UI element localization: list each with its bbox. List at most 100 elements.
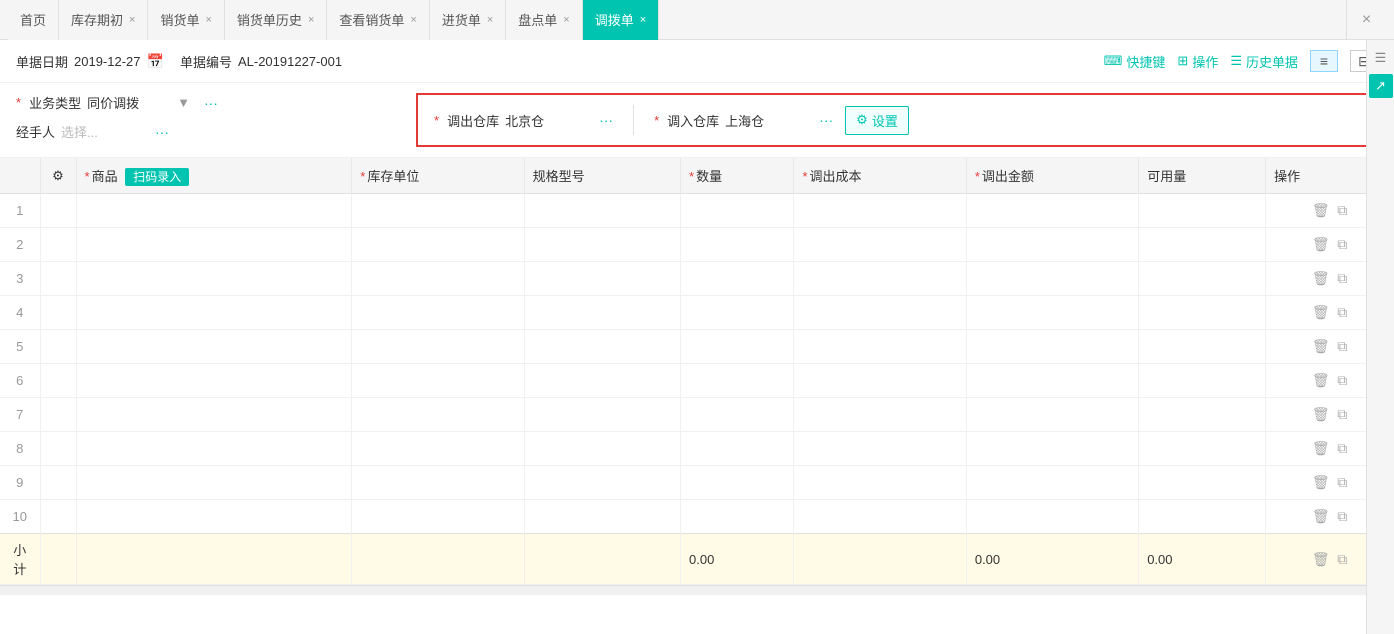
tab-close-sales-order[interactable]: × <box>205 14 211 26</box>
unit-cell[interactable] <box>352 364 524 398</box>
shortcut-action[interactable]: ⌨ 快捷键 <box>1104 52 1166 71</box>
cost-cell[interactable] <box>794 398 966 432</box>
row-copy-icon[interactable]: ⧉ <box>1337 338 1347 354</box>
qty-cell[interactable] <box>681 228 794 262</box>
row-copy-icon[interactable]: ⧉ <box>1337 202 1347 218</box>
spec-cell[interactable] <box>524 432 680 466</box>
spec-cell[interactable] <box>524 398 680 432</box>
product-cell[interactable] <box>76 228 352 262</box>
qty-cell[interactable] <box>681 262 794 296</box>
row-delete-icon[interactable]: 🗑 <box>1312 406 1330 422</box>
in-warehouse-value[interactable]: 上海仓 <box>725 111 805 130</box>
cost-cell[interactable] <box>794 296 966 330</box>
horizontal-scrollbar[interactable] <box>0 585 1394 595</box>
amount-cell[interactable] <box>966 296 1138 330</box>
product-cell[interactable] <box>76 500 352 534</box>
sidebar-list-icon[interactable]: ☰ <box>1369 46 1393 70</box>
tab-inventory-init[interactable]: 库存期初 × <box>59 0 148 40</box>
tab-close-transfer[interactable]: × <box>640 14 646 26</box>
spec-cell[interactable] <box>524 364 680 398</box>
unit-cell[interactable] <box>352 194 524 228</box>
calendar-icon[interactable]: 📅 <box>147 53 164 70</box>
in-warehouse-more[interactable]: ··· <box>819 112 833 128</box>
cost-cell[interactable] <box>794 194 966 228</box>
spec-cell[interactable] <box>524 194 680 228</box>
product-cell[interactable] <box>76 364 352 398</box>
available-cell[interactable] <box>1139 296 1266 330</box>
unit-cell[interactable] <box>352 330 524 364</box>
row-delete-icon[interactable]: 🗑 <box>1312 372 1330 388</box>
spec-cell[interactable] <box>524 466 680 500</box>
amount-cell[interactable] <box>966 432 1138 466</box>
amount-cell[interactable] <box>966 228 1138 262</box>
tab-close-sales-history[interactable]: × <box>308 14 314 26</box>
qty-cell[interactable] <box>681 194 794 228</box>
product-cell[interactable] <box>76 432 352 466</box>
scan-button[interactable]: 扫码录入 <box>125 168 189 186</box>
product-cell[interactable] <box>76 398 352 432</box>
available-cell[interactable] <box>1139 262 1266 296</box>
product-cell[interactable] <box>76 330 352 364</box>
row-delete-icon[interactable]: 🗑 <box>1312 440 1330 456</box>
spec-cell[interactable] <box>524 262 680 296</box>
unit-cell[interactable] <box>352 500 524 534</box>
amount-cell[interactable] <box>966 330 1138 364</box>
row-delete-icon[interactable]: 🗑 <box>1312 202 1330 218</box>
amount-cell[interactable] <box>966 500 1138 534</box>
business-type-value[interactable]: 同价调拨 <box>87 93 167 112</box>
unit-cell[interactable] <box>352 262 524 296</box>
cost-cell[interactable] <box>794 466 966 500</box>
available-cell[interactable] <box>1139 398 1266 432</box>
row-copy-icon[interactable]: ⧉ <box>1337 304 1347 320</box>
business-type-more[interactable]: ··· <box>204 95 218 111</box>
unit-cell[interactable] <box>352 432 524 466</box>
qty-cell[interactable] <box>681 432 794 466</box>
tab-purchase[interactable]: 进货单 × <box>430 0 506 40</box>
qty-cell[interactable] <box>681 398 794 432</box>
row-copy-icon[interactable]: ⧉ <box>1337 270 1347 286</box>
tab-close-inventory-init[interactable]: × <box>129 14 135 26</box>
row-delete-icon[interactable]: 🗑 <box>1312 304 1330 320</box>
unit-cell[interactable] <box>352 228 524 262</box>
product-cell[interactable] <box>76 194 352 228</box>
tab-close-inventory-check[interactable]: × <box>563 14 569 26</box>
sidebar-link-icon[interactable]: ↗ <box>1369 74 1393 98</box>
qty-cell[interactable] <box>681 500 794 534</box>
row-delete-icon[interactable]: 🗑 <box>1312 338 1330 354</box>
available-cell[interactable] <box>1139 228 1266 262</box>
unit-cell[interactable] <box>352 398 524 432</box>
row-copy-icon[interactable]: ⧉ <box>1337 406 1347 422</box>
row-delete-icon[interactable]: 🗑 <box>1312 474 1330 490</box>
available-cell[interactable] <box>1139 194 1266 228</box>
row-delete-icon[interactable]: 🗑 <box>1312 236 1330 252</box>
row-copy-icon[interactable]: ⧉ <box>1337 440 1347 456</box>
amount-cell[interactable] <box>966 194 1138 228</box>
spec-cell[interactable] <box>524 330 680 364</box>
operations-action[interactable]: ⊞ 操作 <box>1177 52 1218 71</box>
available-cell[interactable] <box>1139 330 1266 364</box>
tab-inventory-check[interactable]: 盘点单 × <box>506 0 582 40</box>
row-copy-icon[interactable]: ⧉ <box>1337 551 1347 567</box>
row-delete-icon[interactable]: 🗑 <box>1312 508 1330 524</box>
cost-cell[interactable] <box>794 262 966 296</box>
spec-cell[interactable] <box>524 500 680 534</box>
handler-more[interactable]: ··· <box>155 124 169 140</box>
cost-cell[interactable] <box>794 330 966 364</box>
out-warehouse-more[interactable]: ··· <box>599 112 613 128</box>
tab-home[interactable]: 首页 <box>8 0 59 40</box>
qty-cell[interactable] <box>681 296 794 330</box>
th-gear[interactable]: ⚙ <box>40 158 76 194</box>
available-cell[interactable] <box>1139 364 1266 398</box>
tab-view-sales[interactable]: 查看销货单 × <box>327 0 429 40</box>
tab-transfer[interactable]: 调拨单 × <box>583 0 659 40</box>
cost-cell[interactable] <box>794 432 966 466</box>
handler-input[interactable]: 选择... <box>61 122 141 141</box>
amount-cell[interactable] <box>966 364 1138 398</box>
qty-cell[interactable] <box>681 364 794 398</box>
amount-cell[interactable] <box>966 398 1138 432</box>
history-action[interactable]: ☰ 历史单据 <box>1230 52 1298 71</box>
out-warehouse-value[interactable]: 北京仓 <box>505 111 585 130</box>
row-copy-icon[interactable]: ⧉ <box>1337 474 1347 490</box>
product-cell[interactable] <box>76 262 352 296</box>
close-window-button[interactable]: × <box>1346 0 1386 40</box>
